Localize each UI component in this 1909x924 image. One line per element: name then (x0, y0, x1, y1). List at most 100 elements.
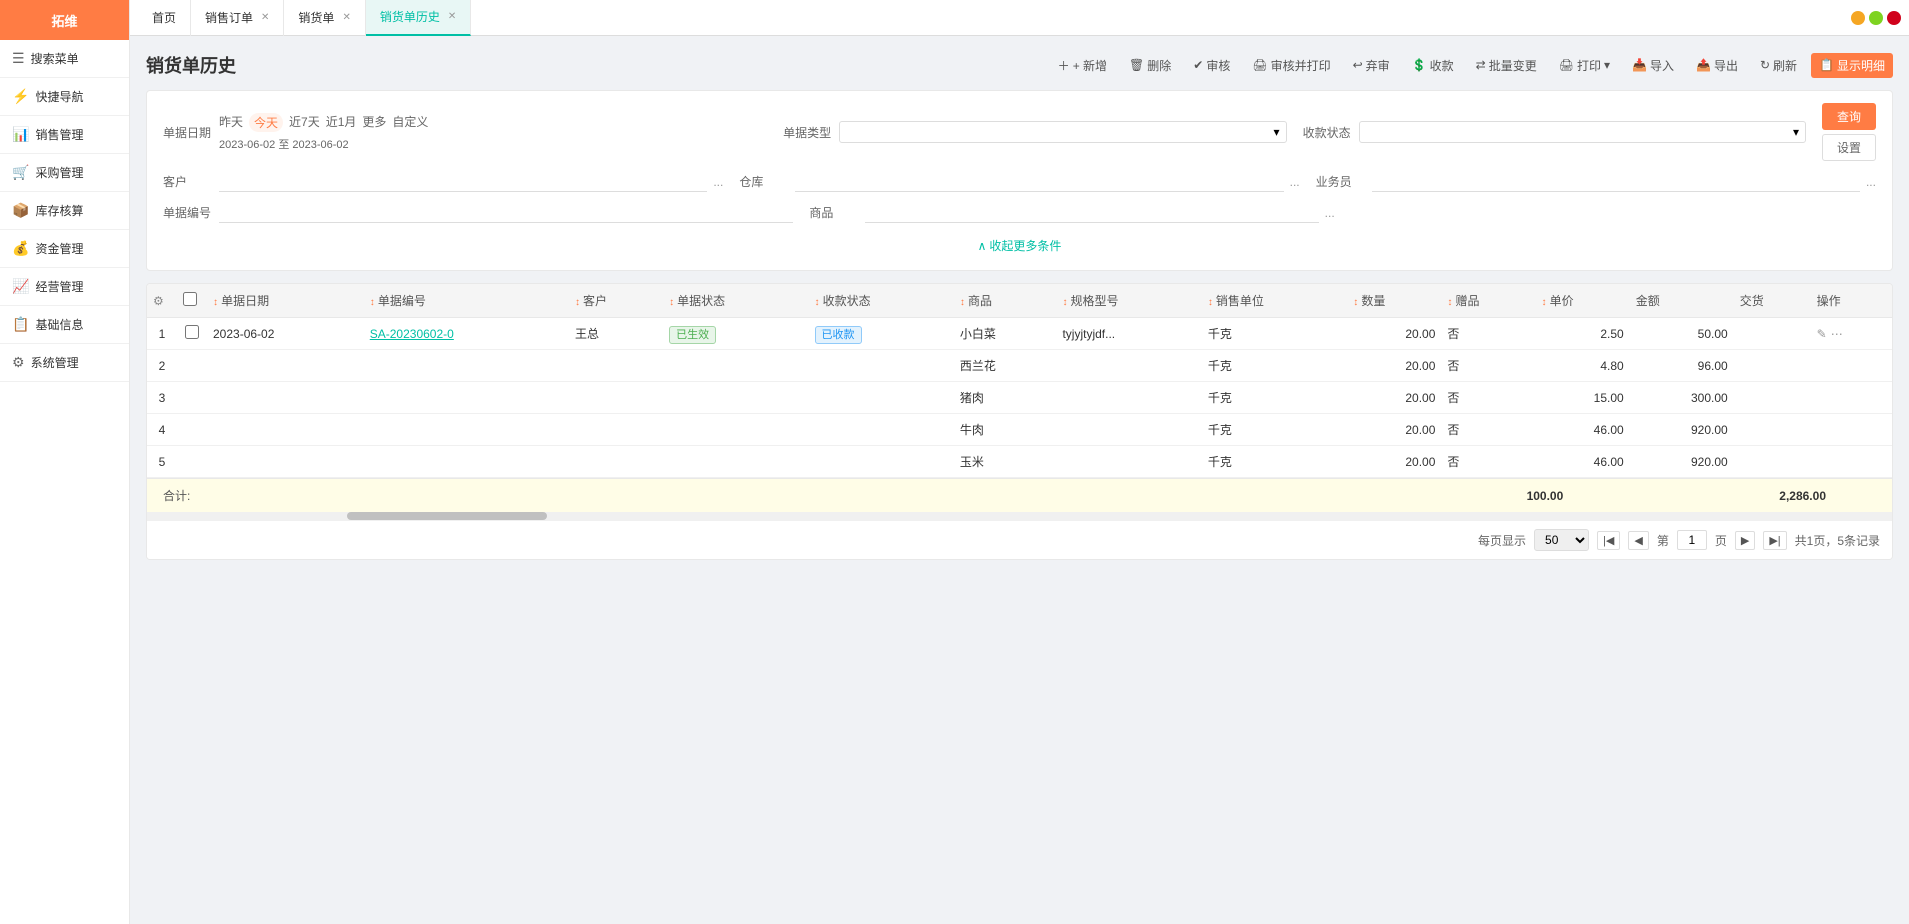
sidebar-item-basic-info-label: 基础信息 (35, 316, 83, 333)
docno-link[interactable]: SA-20230602-0 (370, 327, 454, 341)
sidebar-item-basic-info[interactable]: 📋 基础信息 (0, 306, 129, 344)
date-tab-today[interactable]: 今天 (249, 113, 283, 132)
warehouse-label: 仓库 (739, 173, 789, 190)
select-all-checkbox[interactable] (183, 292, 197, 306)
page-number-input[interactable] (1677, 530, 1707, 550)
new-button[interactable]: ＋ + 新增 (1050, 53, 1115, 78)
paystatus-select[interactable]: ▾ (1359, 121, 1806, 143)
doctype-select[interactable]: ▾ (839, 121, 1286, 143)
export-button[interactable]: 📤 导出 (1688, 53, 1746, 78)
cell-qty: 20.00 (1347, 318, 1441, 350)
cell-date (207, 382, 364, 414)
col-header-action: 操作 (1811, 284, 1892, 318)
query-button[interactable]: 查询 (1822, 103, 1876, 130)
pay-status-badge: 已收款 (815, 326, 862, 344)
sidebar-item-finance[interactable]: 💰 资金管理 (0, 230, 129, 268)
total-amount: 2,286.00 (1579, 489, 1826, 503)
tab-sales-shipment[interactable]: 销货单 ✕ (284, 0, 365, 36)
sidebar-item-quicknav[interactable]: ⚡ 快捷导航 (0, 78, 129, 116)
maximize-button[interactable] (1869, 11, 1883, 25)
collapse-button[interactable]: ∧ 收起更多条件 (163, 233, 1876, 258)
sidebar-item-system[interactable]: ⚙ 系统管理 (0, 344, 129, 382)
sort-icon-price: ↕ (1542, 297, 1547, 308)
total-label: 合计: (153, 487, 353, 504)
cell-delivery (1734, 382, 1811, 414)
sidebar-item-purchase[interactable]: 🛒 采购管理 (0, 154, 129, 192)
filter-item-paystatus: 收款状态 ▾ (1303, 121, 1806, 143)
refresh-button[interactable]: ↻ 刷新 (1752, 53, 1805, 78)
cell-price: 2.50 (1536, 318, 1630, 350)
tab-sales-history[interactable]: 销货单历史 ✕ (366, 0, 471, 36)
cell-goods: 玉米 (954, 446, 1057, 478)
customer-input[interactable] (219, 171, 707, 192)
last-page-button[interactable]: ▶| (1763, 531, 1786, 550)
warehouse-input[interactable] (795, 171, 1283, 192)
delete-button[interactable]: 🗑 删除 (1121, 53, 1179, 78)
batch-change-button[interactable]: ⇄ 批量变更 (1468, 53, 1545, 78)
date-tab-yesterday[interactable]: 昨天 (219, 113, 243, 132)
date-tab-7days[interactable]: 近7天 (289, 113, 320, 132)
sidebar-item-inventory[interactable]: 📦 库存核算 (0, 192, 129, 230)
sidebar-item-search[interactable]: ☰ 搜索菜单 (0, 40, 129, 78)
first-page-button[interactable]: |◀ (1597, 531, 1620, 550)
tab-sales-shipment-close[interactable]: ✕ (342, 12, 350, 23)
collect-button[interactable]: 💲 收款 (1404, 53, 1462, 78)
main-area: 首页 销售订单 ✕ 销货单 ✕ 销货单历史 ✕ 销货单历史 ＋ (130, 0, 1909, 924)
print-button[interactable]: 🖨 打印 ▾ (1551, 53, 1618, 78)
more-action-icon[interactable]: ⋯ (1831, 327, 1843, 341)
sort-icon-qty: ↕ (1353, 297, 1358, 308)
minimize-button[interactable] (1851, 11, 1865, 25)
docno-input[interactable] (219, 202, 793, 223)
date-filter-label: 单据日期 (163, 124, 213, 141)
abandon-button[interactable]: ↩ 弃审 (1345, 53, 1398, 78)
goods-input[interactable] (865, 202, 1318, 223)
per-page-select[interactable]: 50 100 200 (1534, 529, 1589, 551)
collect-icon: 💲 (1412, 58, 1427, 72)
import-button[interactable]: 📥 导入 (1624, 53, 1682, 78)
cell-action (1811, 350, 1892, 382)
cell-index: 3 (147, 382, 177, 414)
filter-row-2: 客户 ... 仓库 ... 业务员 ... (163, 171, 1876, 192)
sidebar-item-sales[interactable]: 📊 销售管理 (0, 116, 129, 154)
audit-button[interactable]: ✔ 审核 (1185, 53, 1238, 78)
cell-date (207, 446, 364, 478)
salesman-more-btn[interactable]: ... (1866, 175, 1876, 189)
sidebar: 拓维 ☰ 搜索菜单 ⚡ 快捷导航 📊 销售管理 🛒 采购管理 📦 库存核算 💰 … (0, 0, 130, 924)
scroll-thumb[interactable] (347, 512, 547, 520)
edit-icon[interactable]: ✎ (1817, 327, 1827, 341)
date-tab-1month[interactable]: 近1月 (326, 113, 357, 132)
settings-button[interactable]: 设置 (1822, 134, 1876, 161)
pagination: 每页显示 50 100 200 |◀ ◀ 第 页 ▶ ▶| 共1页，5条记录 (147, 520, 1892, 559)
goods-more-btn[interactable]: ... (1325, 206, 1335, 220)
cell-customer (569, 414, 663, 446)
cell-spec (1056, 446, 1201, 478)
total-row: 合计: 100.00 2,286.00 (147, 478, 1892, 512)
next-page-button[interactable]: ▶ (1735, 531, 1755, 550)
row-checkbox[interactable] (185, 325, 199, 339)
cell-date: 2023-06-02 (207, 318, 364, 350)
tab-sales-history-close[interactable]: ✕ (448, 11, 456, 22)
tab-sales-order[interactable]: 销售订单 ✕ (191, 0, 284, 36)
cell-docno (364, 350, 569, 382)
tab-home[interactable]: 首页 (138, 0, 191, 36)
horizontal-scrollbar[interactable] (147, 512, 1892, 520)
date-tab-more[interactable]: 更多 (362, 113, 386, 132)
batch-change-icon: ⇄ (1476, 58, 1486, 72)
tab-sales-order-close[interactable]: ✕ (261, 12, 269, 23)
sort-icon-unit: ↕ (1208, 297, 1213, 308)
date-tab-custom[interactable]: 自定义 (392, 113, 428, 132)
close-button[interactable] (1887, 11, 1901, 25)
warehouse-more-btn[interactable]: ... (1290, 175, 1300, 189)
col-header-delivery: 交货 (1734, 284, 1811, 318)
cell-paystatus (809, 350, 954, 382)
audit-print-button[interactable]: 🖨 审核并打印 (1244, 53, 1338, 78)
tab-sales-shipment-label: 销货单 (298, 9, 334, 26)
per-page-label: 每页显示 (1478, 532, 1526, 549)
sidebar-item-operations[interactable]: 📈 经营管理 (0, 268, 129, 306)
customer-more-btn[interactable]: ... (713, 175, 723, 189)
table-settings-icon[interactable]: ⚙ (153, 294, 164, 308)
salesman-input[interactable] (1372, 171, 1860, 192)
display-detail-button[interactable]: 📋 显示明细 (1811, 53, 1893, 78)
action-icons: ✎⋯ (1817, 327, 1886, 341)
prev-page-button[interactable]: ◀ (1628, 531, 1648, 550)
